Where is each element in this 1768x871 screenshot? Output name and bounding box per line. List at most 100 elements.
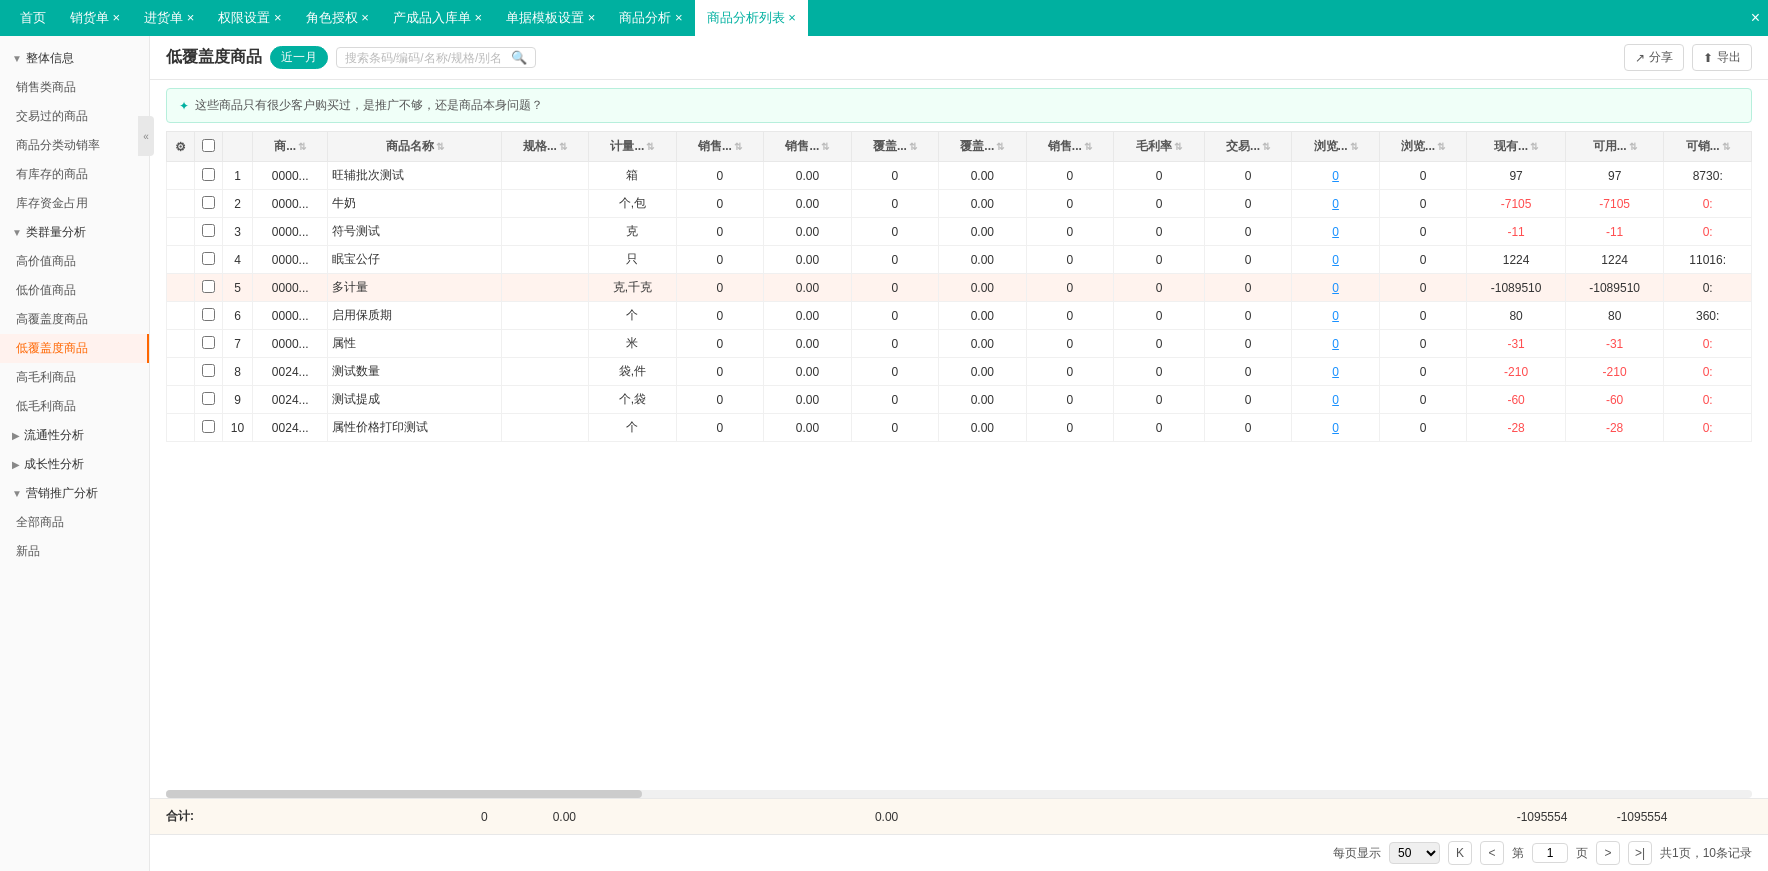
sidebar-item-high-profit[interactable]: 高毛利商品 xyxy=(0,363,149,392)
th-spec[interactable]: 规格...⇅ xyxy=(501,132,588,162)
td-checkbox[interactable] xyxy=(195,162,223,190)
td-cover2: 0.00 xyxy=(939,162,1026,190)
sidebar-section-marketing[interactable]: ▼ 营销推广分析 xyxy=(0,479,149,508)
th-unit[interactable]: 计量...⇅ xyxy=(589,132,676,162)
nav-close-button[interactable]: × xyxy=(1751,9,1760,27)
table-wrapper[interactable]: ⚙ 商...⇅ 商品名称⇅ 规格...⇅ 计量...⇅ 销售...⇅ 销售...… xyxy=(166,131,1752,788)
nav-sales[interactable]: 销货单 × xyxy=(58,0,132,36)
scrollbar-thumb[interactable] xyxy=(166,790,642,798)
th-name[interactable]: 商品名称⇅ xyxy=(328,132,501,162)
share-button[interactable]: ↗ 分享 xyxy=(1624,44,1684,71)
sidebar-section-growth[interactable]: ▶ 成长性分析 xyxy=(0,450,149,479)
sidebar-item-low-coverage[interactable]: 低覆盖度商品 xyxy=(0,334,149,363)
sidebar-section-flow[interactable]: ▶ 流通性分析 xyxy=(0,421,149,450)
row-checkbox[interactable] xyxy=(202,224,215,237)
td-sellable: 11016: xyxy=(1664,246,1752,274)
td-browse1[interactable]: 0 xyxy=(1292,302,1379,330)
sidebar-item-high-coverage[interactable]: 高覆盖度商品 xyxy=(0,305,149,334)
row-checkbox[interactable] xyxy=(202,364,215,377)
row-checkbox[interactable] xyxy=(202,336,215,349)
td-checkbox[interactable] xyxy=(195,302,223,330)
td-checkbox[interactable] xyxy=(195,414,223,442)
th-sales-amt1[interactable]: 销售...⇅ xyxy=(764,132,851,162)
th-available[interactable]: 可用...⇅ xyxy=(1565,132,1664,162)
sidebar-item-category-rate[interactable]: 商品分类动销率 xyxy=(0,131,149,160)
td-checkbox[interactable] xyxy=(195,190,223,218)
th-sellable[interactable]: 可销...⇅ xyxy=(1664,132,1752,162)
td-browse2: 0 xyxy=(1379,386,1466,414)
nav-analysis-list[interactable]: 商品分析列表 × xyxy=(695,0,808,36)
row-checkbox[interactable] xyxy=(202,252,215,265)
nav-roles[interactable]: 角色授权 × xyxy=(294,0,381,36)
nav-home[interactable]: 首页 xyxy=(8,0,58,36)
td-browse1[interactable]: 0 xyxy=(1292,274,1379,302)
th-code[interactable]: 商...⇅ xyxy=(253,132,328,162)
nav-purchase[interactable]: 进货单 × xyxy=(132,0,206,36)
sidebar-collapse-button[interactable]: « xyxy=(138,116,154,156)
th-cover2[interactable]: 覆盖...⇅ xyxy=(939,132,1026,162)
td-checkbox[interactable] xyxy=(195,358,223,386)
prev-page-button[interactable]: < xyxy=(1480,841,1504,865)
sidebar-item-all-products[interactable]: 全部商品 xyxy=(0,508,149,537)
first-page-button[interactable]: K xyxy=(1448,841,1472,865)
th-gross-rate[interactable]: 毛利率⇅ xyxy=(1114,132,1205,162)
sidebar-item-low-value[interactable]: 低价值商品 xyxy=(0,276,149,305)
td-sales-qty2: 0 xyxy=(1026,190,1113,218)
td-current: -210 xyxy=(1467,358,1566,386)
last-page-button[interactable]: >| xyxy=(1628,841,1652,865)
sidebar-item-low-profit[interactable]: 低毛利商品 xyxy=(0,392,149,421)
sidebar-item-sales-products[interactable]: 销售类商品 xyxy=(0,73,149,102)
th-settings[interactable]: ⚙ xyxy=(167,132,195,162)
nav-products[interactable]: 产成品入库单 × xyxy=(381,0,494,36)
row-checkbox[interactable] xyxy=(202,392,215,405)
td-browse1[interactable]: 0 xyxy=(1292,358,1379,386)
td-browse1[interactable]: 0 xyxy=(1292,330,1379,358)
select-all-checkbox[interactable] xyxy=(202,139,215,152)
row-checkbox[interactable] xyxy=(202,196,215,209)
th-sales-qty2[interactable]: 销售...⇅ xyxy=(1026,132,1113,162)
th-current[interactable]: 现有...⇅ xyxy=(1467,132,1566,162)
td-cover2: 0.00 xyxy=(939,218,1026,246)
sidebar-item-new-products[interactable]: 新品 xyxy=(0,537,149,566)
sidebar-section-overall[interactable]: ▼ 整体信息 xyxy=(0,44,149,73)
sidebar-item-high-value[interactable]: 高价值商品 xyxy=(0,247,149,276)
search-icon[interactable]: 🔍 xyxy=(511,50,527,65)
td-browse1[interactable]: 0 xyxy=(1292,246,1379,274)
row-checkbox[interactable] xyxy=(202,168,215,181)
period-button[interactable]: 近一月 xyxy=(270,46,328,69)
th-browse1[interactable]: 浏览...⇅ xyxy=(1292,132,1379,162)
nav-templates[interactable]: 单据模板设置 × xyxy=(494,0,607,36)
nav-permissions[interactable]: 权限设置 × xyxy=(206,0,293,36)
td-browse1[interactable]: 0 xyxy=(1292,162,1379,190)
sidebar-section-cluster[interactable]: ▼ 类群量分析 xyxy=(0,218,149,247)
arrow-icon: ▼ xyxy=(12,53,22,64)
td-sellable: 0: xyxy=(1664,274,1752,302)
footer-sales-qty1: 0 xyxy=(444,810,524,824)
export-button[interactable]: ⬆ 导出 xyxy=(1692,44,1752,71)
row-checkbox[interactable] xyxy=(202,280,215,293)
td-browse1[interactable]: 0 xyxy=(1292,190,1379,218)
th-browse2[interactable]: 浏览...⇅ xyxy=(1379,132,1466,162)
td-browse1[interactable]: 0 xyxy=(1292,414,1379,442)
th-trade[interactable]: 交易...⇅ xyxy=(1204,132,1291,162)
horizontal-scrollbar[interactable] xyxy=(166,790,1752,798)
th-cover1[interactable]: 覆盖...⇅ xyxy=(851,132,938,162)
td-checkbox[interactable] xyxy=(195,330,223,358)
th-sales-qty1[interactable]: 销售...⇅ xyxy=(676,132,763,162)
page-input[interactable] xyxy=(1532,843,1568,863)
td-checkbox[interactable] xyxy=(195,218,223,246)
nav-analysis[interactable]: 商品分析 × xyxy=(607,0,694,36)
page-size-select[interactable]: 50 20 100 xyxy=(1389,842,1440,864)
td-checkbox[interactable] xyxy=(195,246,223,274)
sidebar-item-in-stock[interactable]: 有库存的商品 xyxy=(0,160,149,189)
td-browse1[interactable]: 0 xyxy=(1292,386,1379,414)
search-input[interactable] xyxy=(345,51,511,65)
row-checkbox[interactable] xyxy=(202,420,215,433)
td-checkbox[interactable] xyxy=(195,274,223,302)
row-checkbox[interactable] xyxy=(202,308,215,321)
sidebar-item-capital[interactable]: 库存资金占用 xyxy=(0,189,149,218)
next-page-button[interactable]: > xyxy=(1596,841,1620,865)
sidebar-item-traded-products[interactable]: 交易过的商品 xyxy=(0,102,149,131)
td-browse1[interactable]: 0 xyxy=(1292,218,1379,246)
td-checkbox[interactable] xyxy=(195,386,223,414)
